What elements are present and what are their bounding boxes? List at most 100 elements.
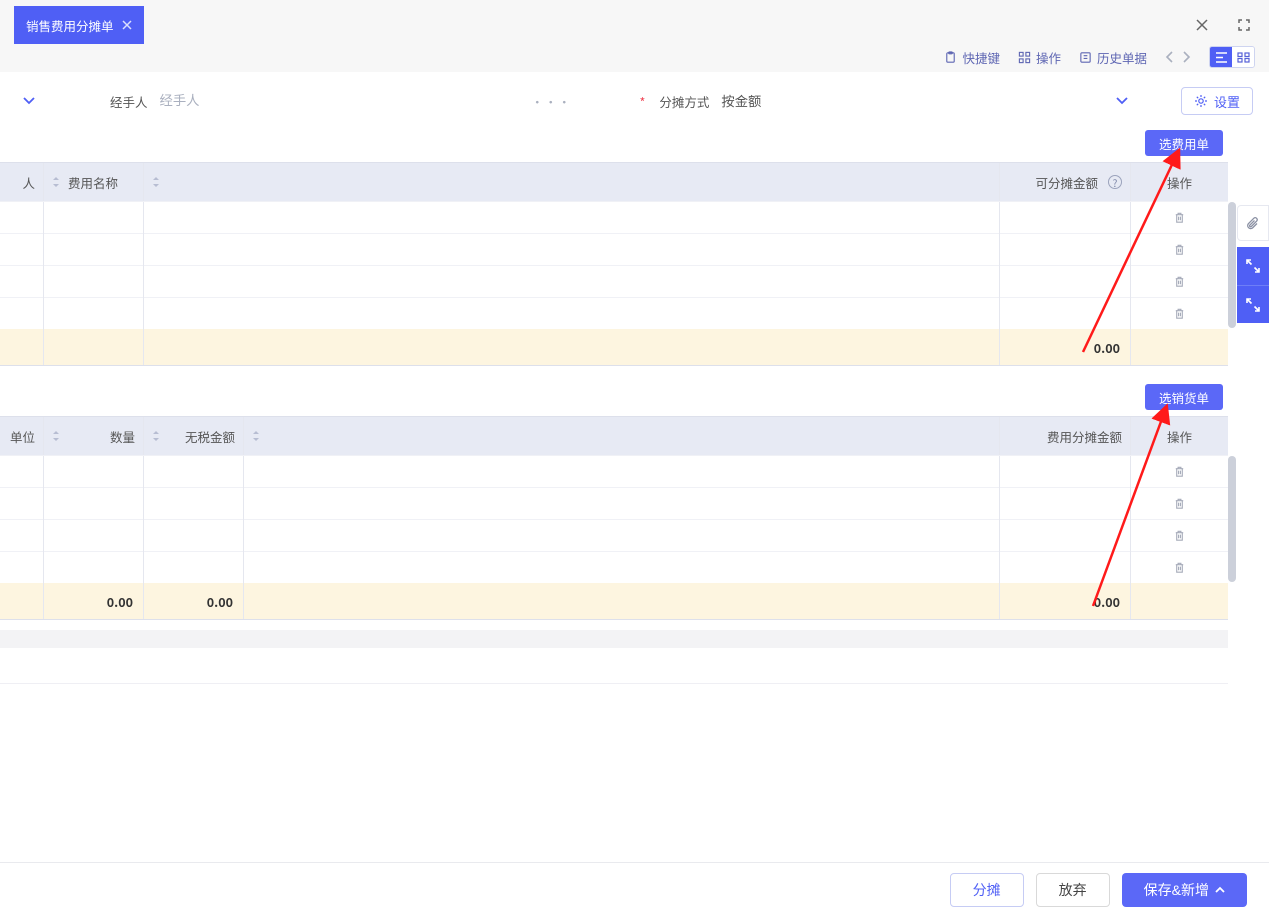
sales-total-feedist: 0.00 — [1000, 583, 1130, 619]
expand-panel-2[interactable] — [1237, 285, 1269, 323]
collapsed-section — [0, 654, 1228, 684]
method-field: * 分摊方式 — [640, 88, 1130, 114]
col-flex2[interactable] — [244, 417, 1000, 455]
col-actions: 操作 — [1130, 163, 1228, 201]
col-distamount[interactable]: 可分摊金额 ? — [1000, 163, 1130, 201]
col-qty-label: 数量 — [110, 427, 135, 446]
chevron-down-icon — [1115, 96, 1129, 106]
trash-icon[interactable] — [1173, 243, 1186, 256]
col-unit-label: 单位 — [10, 427, 35, 446]
tab-bar: 销售费用分摊单 — [0, 0, 1269, 44]
save-new-label: 保存&新增 — [1144, 880, 1209, 900]
sales-total-notax: 0.00 — [144, 583, 244, 619]
col-notax[interactable]: 无税金额 — [144, 417, 244, 455]
scrollbar[interactable] — [1228, 202, 1236, 328]
shortcuts-action[interactable]: 快捷键 — [944, 48, 1000, 67]
sales-table: 单位 数量 无税金额 — [0, 416, 1228, 620]
col-notax-label: 无税金额 — [185, 427, 235, 446]
table-row — [0, 519, 1228, 551]
col-actions2-label: 操作 — [1167, 427, 1192, 446]
footer-bar: 分摊 放弃 保存&新增 — [0, 862, 1269, 916]
operations-action[interactable]: 操作 — [1018, 48, 1061, 67]
save-new-button[interactable]: 保存&新增 — [1122, 873, 1247, 907]
table-row — [0, 487, 1228, 519]
handler-input-wrap: ••• — [158, 88, 578, 114]
trash-icon[interactable] — [1173, 275, 1186, 288]
tab-active[interactable]: 销售费用分摊单 — [14, 6, 144, 44]
sales-table-head: 单位 数量 无税金额 — [0, 417, 1228, 455]
settings-button[interactable]: 设置 — [1181, 87, 1253, 115]
side-float-panel — [1237, 205, 1269, 323]
col-actions-label: 操作 — [1167, 173, 1192, 192]
history-action[interactable]: 历史单据 — [1079, 48, 1147, 67]
close-button[interactable] — [1189, 17, 1215, 33]
split-button[interactable]: 分摊 — [950, 873, 1024, 907]
close-icon — [1195, 18, 1209, 32]
col-feedist-label: 费用分摊金额 — [1047, 427, 1122, 446]
col-blank0: 人 — [0, 163, 44, 201]
help-icon[interactable]: ? — [1108, 175, 1122, 189]
page-toolbar: 快捷键 操作 历史单据 — [0, 44, 1269, 72]
method-select-wrap[interactable] — [719, 88, 1129, 114]
gear-icon — [1194, 94, 1208, 108]
fullscreen-button[interactable] — [1231, 17, 1257, 33]
sort-icon — [52, 429, 62, 443]
more-icon[interactable]: ••• — [531, 92, 572, 111]
card-view-icon — [1237, 52, 1250, 63]
table-row — [0, 201, 1228, 233]
grid-icon — [1018, 51, 1031, 64]
expense-total-value: 0.00 — [1000, 329, 1130, 365]
sales-table-shell: 单位 数量 无税金额 — [0, 416, 1228, 620]
method-select[interactable] — [719, 88, 1119, 114]
table-row — [0, 297, 1228, 329]
attachment-button[interactable] — [1237, 205, 1269, 241]
expense-table-total: 0.00 — [0, 329, 1228, 365]
tab-close-icon[interactable] — [122, 20, 132, 30]
form-row: 经手人 ••• * 分摊方式 设置 — [0, 72, 1269, 130]
col-actions2: 操作 — [1130, 417, 1228, 455]
settings-label: 设置 — [1214, 92, 1240, 111]
trash-icon[interactable] — [1173, 211, 1186, 224]
card-view-toggle[interactable] — [1232, 47, 1254, 67]
pick-sales-button[interactable]: 选销货单 — [1145, 384, 1223, 410]
prev-icon[interactable] — [1165, 51, 1175, 63]
col-unit[interactable]: 单位 — [0, 417, 44, 455]
method-label: 分摊方式 — [659, 92, 709, 111]
trash-icon[interactable] — [1173, 497, 1186, 510]
expand-panel-1[interactable] — [1237, 247, 1269, 285]
scrollbar[interactable] — [1228, 456, 1236, 582]
col-qty[interactable]: 数量 — [44, 417, 144, 455]
col-feename[interactable]: 费用名称 — [44, 163, 144, 201]
list-view-toggle[interactable] — [1210, 47, 1232, 67]
pager — [1165, 51, 1191, 63]
pick-expense-button[interactable]: 选费用单 — [1145, 130, 1223, 156]
col-distamount-label: 可分摊金额 — [1035, 173, 1098, 192]
col-feedist[interactable]: 费用分摊金额 — [1000, 417, 1130, 455]
clipboard-icon — [944, 51, 957, 64]
sort-icon — [152, 175, 162, 189]
trash-icon[interactable] — [1173, 465, 1186, 478]
col-blank0-label: 人 — [22, 173, 35, 192]
col-feename-label: 费用名称 — [68, 173, 118, 192]
sort-icon — [52, 175, 62, 189]
table-row — [0, 455, 1228, 487]
col-flex[interactable] — [144, 163, 1000, 201]
trash-icon[interactable] — [1173, 307, 1186, 320]
trash-icon[interactable] — [1173, 561, 1186, 574]
list-view-icon — [1215, 52, 1228, 63]
sort-icon — [152, 429, 162, 443]
table-row — [0, 265, 1228, 297]
expense-pick-row: 选费用单 — [0, 130, 1269, 162]
sales-table-total: 0.00 0.00 0.00 — [0, 583, 1228, 619]
expense-table: 人 费用名称 可分摊金额 ? 操作 — [0, 162, 1228, 366]
sort-icon — [252, 429, 262, 443]
paperclip-icon — [1245, 215, 1261, 231]
gap-strip — [0, 630, 1228, 648]
section-chevron[interactable] — [16, 85, 42, 117]
chevron-down-icon — [22, 96, 36, 106]
sales-pick-row: 选销货单 — [0, 384, 1269, 416]
discard-button[interactable]: 放弃 — [1036, 873, 1110, 907]
trash-icon[interactable] — [1173, 529, 1186, 542]
next-icon[interactable] — [1181, 51, 1191, 63]
handler-input[interactable] — [158, 88, 578, 114]
